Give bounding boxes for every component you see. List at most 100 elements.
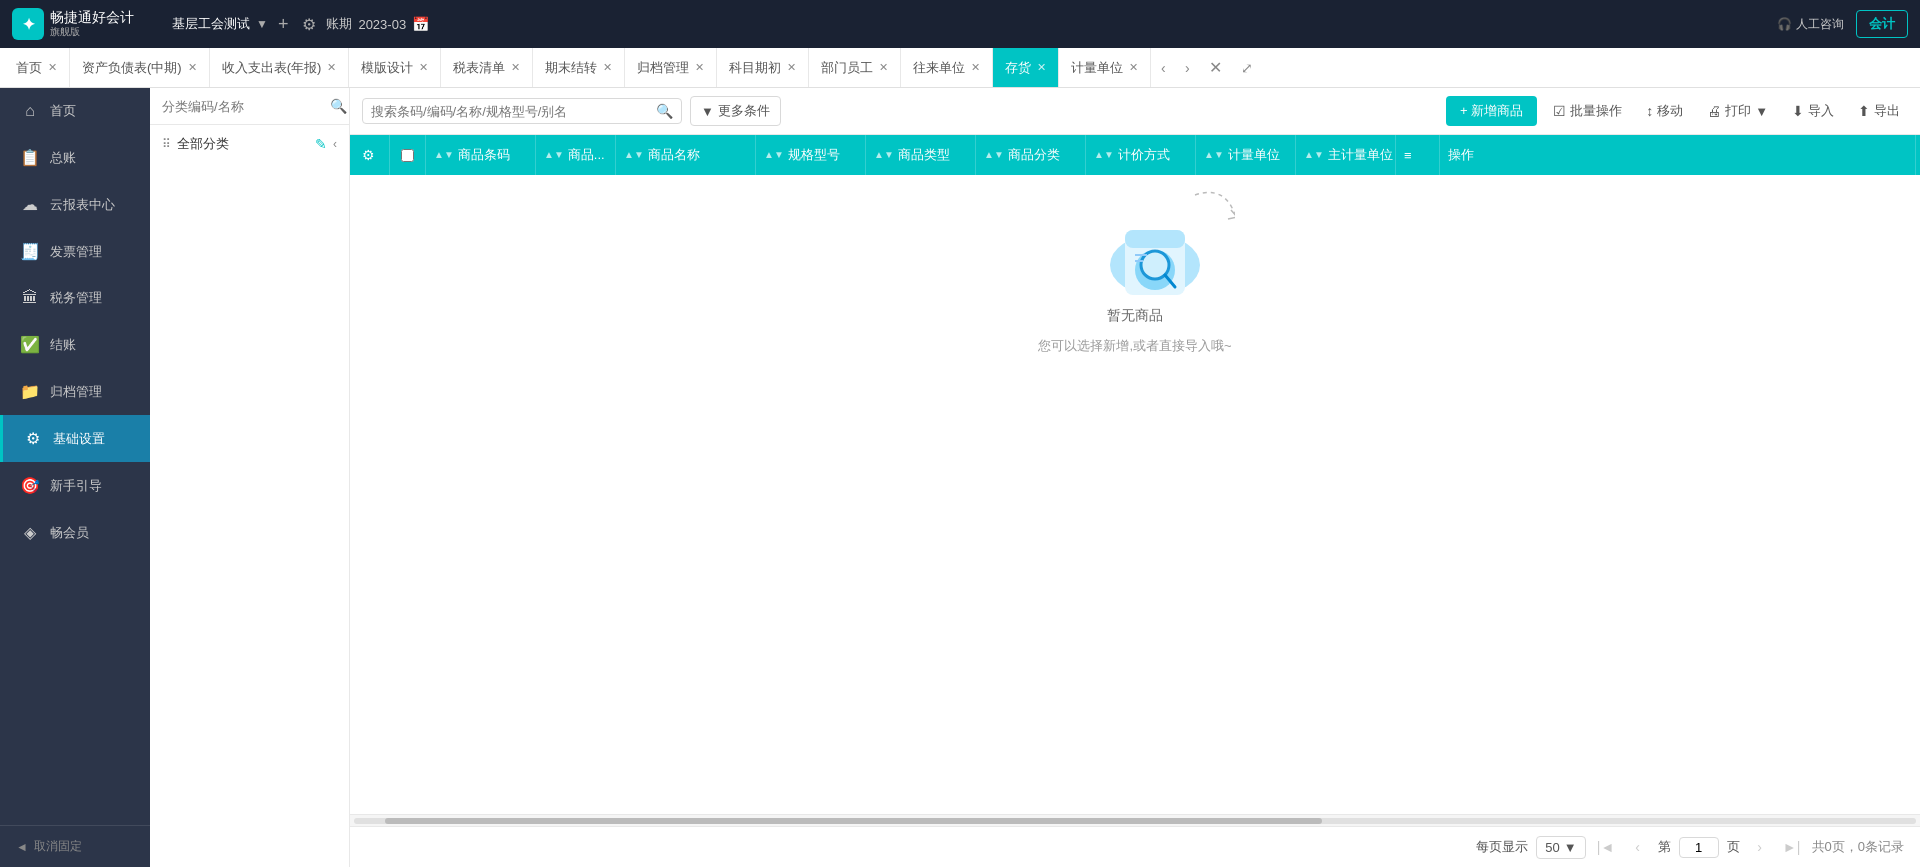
tab-inventory-close[interactable]: ✕ xyxy=(1037,61,1046,74)
tab-subject-close[interactable]: ✕ xyxy=(787,61,796,74)
tab-inventory[interactable]: 存货 ✕ xyxy=(993,48,1059,88)
export-button[interactable]: ⬆ 导出 xyxy=(1850,97,1908,125)
empty-state: 暂无商品 您可以选择新增,或者直接导入哦~ xyxy=(350,175,1920,355)
tab-home-close[interactable]: ✕ xyxy=(48,61,57,74)
per-page-select[interactable]: 50 ▼ xyxy=(1536,836,1585,859)
tab-tax[interactable]: 税表清单 ✕ xyxy=(441,48,533,88)
tab-next-button[interactable]: › xyxy=(1175,48,1199,88)
tab-template-close[interactable]: ✕ xyxy=(419,61,428,74)
settings-icon[interactable]: ⚙ xyxy=(298,15,320,34)
th-spec[interactable]: ▲▼ 规格型号 xyxy=(756,135,866,175)
category-search-icon[interactable]: 🔍 xyxy=(330,98,347,114)
th-unit[interactable]: ▲▼ 计量单位 xyxy=(1196,135,1296,175)
th-main-unit[interactable]: ▲▼ 主计量单位 xyxy=(1296,135,1396,175)
import-button[interactable]: ⬇ 导入 xyxy=(1784,97,1842,125)
logo-area: ✦ 畅捷通好会计 旗舰版 xyxy=(12,8,162,40)
category-collapse-icon[interactable]: ‹ xyxy=(333,137,337,151)
th-gear[interactable]: ⚙ xyxy=(354,135,390,175)
sidebar-item-tax[interactable]: 🏛 税务管理 xyxy=(0,275,150,321)
tab-balance[interactable]: 资产负债表(中期) ✕ xyxy=(70,48,210,88)
th-checkbox[interactable] xyxy=(390,135,426,175)
th-barcode[interactable]: ▲▼ 商品条码 xyxy=(426,135,536,175)
add-tab-button[interactable]: + xyxy=(274,14,293,35)
tab-home[interactable]: 首页 ✕ xyxy=(4,48,70,88)
tab-dept[interactable]: 部门员工 ✕ xyxy=(809,48,901,88)
calendar-icon[interactable]: 📅 xyxy=(412,16,429,32)
company-dropdown-icon[interactable]: ▼ xyxy=(256,17,268,31)
export-icon: ⬆ xyxy=(1858,103,1870,119)
print-button[interactable]: 🖨 打印 ▼ xyxy=(1699,97,1776,125)
tab-template[interactable]: 模版设计 ✕ xyxy=(349,48,441,88)
sidebar-item-ledger[interactable]: 📋 总账 xyxy=(0,134,150,181)
tab-archive[interactable]: 归档管理 ✕ xyxy=(625,48,717,88)
th-price-method[interactable]: ▲▼ 计价方式 xyxy=(1086,135,1196,175)
tab-bar: 首页 ✕ 资产负债表(中期) ✕ 收入支出表(年报) ✕ 模版设计 ✕ 税表清单… xyxy=(0,48,1920,88)
cancel-pin-button[interactable]: ◄ 取消固定 xyxy=(0,825,150,867)
sidebar-item-close[interactable]: ✅ 结账 xyxy=(0,321,150,368)
tab-dept-close[interactable]: ✕ xyxy=(879,61,888,74)
customer-service-button[interactable]: 🎧 人工咨询 xyxy=(1777,16,1844,33)
pagination: 每页显示 50 ▼ |◄ ‹ 第 页 › ►| 共0页，0条记录 xyxy=(350,826,1920,867)
horizontal-scrollbar[interactable] xyxy=(350,814,1920,826)
tab-partner-close[interactable]: ✕ xyxy=(971,61,980,74)
tab-income-close[interactable]: ✕ xyxy=(327,61,336,74)
empty-icon-area xyxy=(1075,175,1195,295)
gear-col-icon[interactable]: ⚙ xyxy=(362,147,375,163)
add-product-button[interactable]: + 新增商品 xyxy=(1446,96,1537,126)
close-all-tabs-button[interactable]: ✕ xyxy=(1199,48,1231,88)
company-area: 基层工会测试 ▼ + ⚙ 账期 2023-03 📅 xyxy=(172,14,1767,35)
sidebar-guide-label: 新手引导 xyxy=(50,477,102,495)
tab-partner[interactable]: 往来单位 ✕ xyxy=(901,48,993,88)
category-edit-icon[interactable]: ✎ xyxy=(315,136,327,152)
tab-income[interactable]: 收入支出表(年报) ✕ xyxy=(210,48,350,88)
tab-tax-close[interactable]: ✕ xyxy=(511,61,520,74)
tab-archive-close[interactable]: ✕ xyxy=(695,61,704,74)
th-name[interactable]: ▲▼ 商品名称 xyxy=(616,135,756,175)
filter-button[interactable]: ▼ 更多条件 xyxy=(690,96,781,126)
th-category[interactable]: ▲▼ 商品分类 xyxy=(976,135,1086,175)
tab-prev-button[interactable]: ‹ xyxy=(1151,48,1175,88)
export-label: 导出 xyxy=(1874,102,1900,120)
batch-action-button[interactable]: ☑ 批量操作 xyxy=(1545,97,1630,125)
tab-inventory-label: 存货 xyxy=(1005,59,1031,77)
prev-page-button[interactable]: ‹ xyxy=(1626,835,1650,859)
th-type[interactable]: ▲▼ 商品类型 xyxy=(866,135,976,175)
category-search-input[interactable] xyxy=(162,99,330,114)
sidebar-item-cloud[interactable]: ☁ 云报表中心 xyxy=(0,181,150,228)
sidebar-item-settings[interactable]: ⚙ 基础设置 xyxy=(0,415,150,462)
first-page-button[interactable]: |◄ xyxy=(1594,835,1618,859)
sidebar-item-guide[interactable]: 🎯 新手引导 xyxy=(0,462,150,509)
last-page-button[interactable]: ►| xyxy=(1780,835,1804,859)
all-categories-item[interactable]: ⠿ 全部分类 ✎ ‹ xyxy=(150,125,349,163)
move-icon: ↕ xyxy=(1646,103,1653,119)
tab-unit-close[interactable]: ✕ xyxy=(1129,61,1138,74)
search-icon[interactable]: 🔍 xyxy=(656,103,673,119)
tab-period[interactable]: 期末结转 ✕ xyxy=(533,48,625,88)
sidebar-invoice-label: 发票管理 xyxy=(50,243,102,261)
th-more[interactable]: ≡ xyxy=(1396,135,1440,175)
sidebar-item-member[interactable]: ◈ 畅会员 xyxy=(0,509,150,556)
invoice-icon: 🧾 xyxy=(20,242,40,261)
next-page-button[interactable]: › xyxy=(1748,835,1772,859)
service-label: 人工咨询 xyxy=(1796,16,1844,33)
move-button[interactable]: ↕ 移动 xyxy=(1638,97,1691,125)
th-code[interactable]: ▲▼ 商品... xyxy=(536,135,616,175)
sidebar-archive-label: 归档管理 xyxy=(50,383,102,401)
expand-tab-button[interactable]: ⤢ xyxy=(1231,48,1263,88)
select-all-checkbox[interactable] xyxy=(401,149,414,162)
page-number-input[interactable] xyxy=(1679,837,1719,858)
search-input[interactable] xyxy=(371,104,652,119)
tab-unit[interactable]: 计量单位 ✕ xyxy=(1059,48,1151,88)
sidebar-item-invoice[interactable]: 🧾 发票管理 xyxy=(0,228,150,275)
account-button[interactable]: 会计 xyxy=(1856,10,1908,38)
sidebar-item-archive[interactable]: 📁 归档管理 xyxy=(0,368,150,415)
tab-balance-close[interactable]: ✕ xyxy=(188,61,197,74)
sidebar-item-home[interactable]: ⌂ 首页 xyxy=(0,88,150,134)
scrollbar-thumb[interactable] xyxy=(385,818,1322,824)
tab-period-close[interactable]: ✕ xyxy=(603,61,612,74)
table-header: ⚙ ▲▼ 商品条码 ▲▼ 商品... ▲▼ 商品名称 xyxy=(350,135,1920,175)
sidebar-settings-label: 基础设置 xyxy=(53,430,105,448)
tab-subject[interactable]: 科目期初 ✕ xyxy=(717,48,809,88)
inner-layout: 🔍 ⠿ 全部分类 ✎ ‹ 🔍 ▼ xyxy=(150,88,1920,867)
svg-rect-2 xyxy=(1125,230,1185,248)
